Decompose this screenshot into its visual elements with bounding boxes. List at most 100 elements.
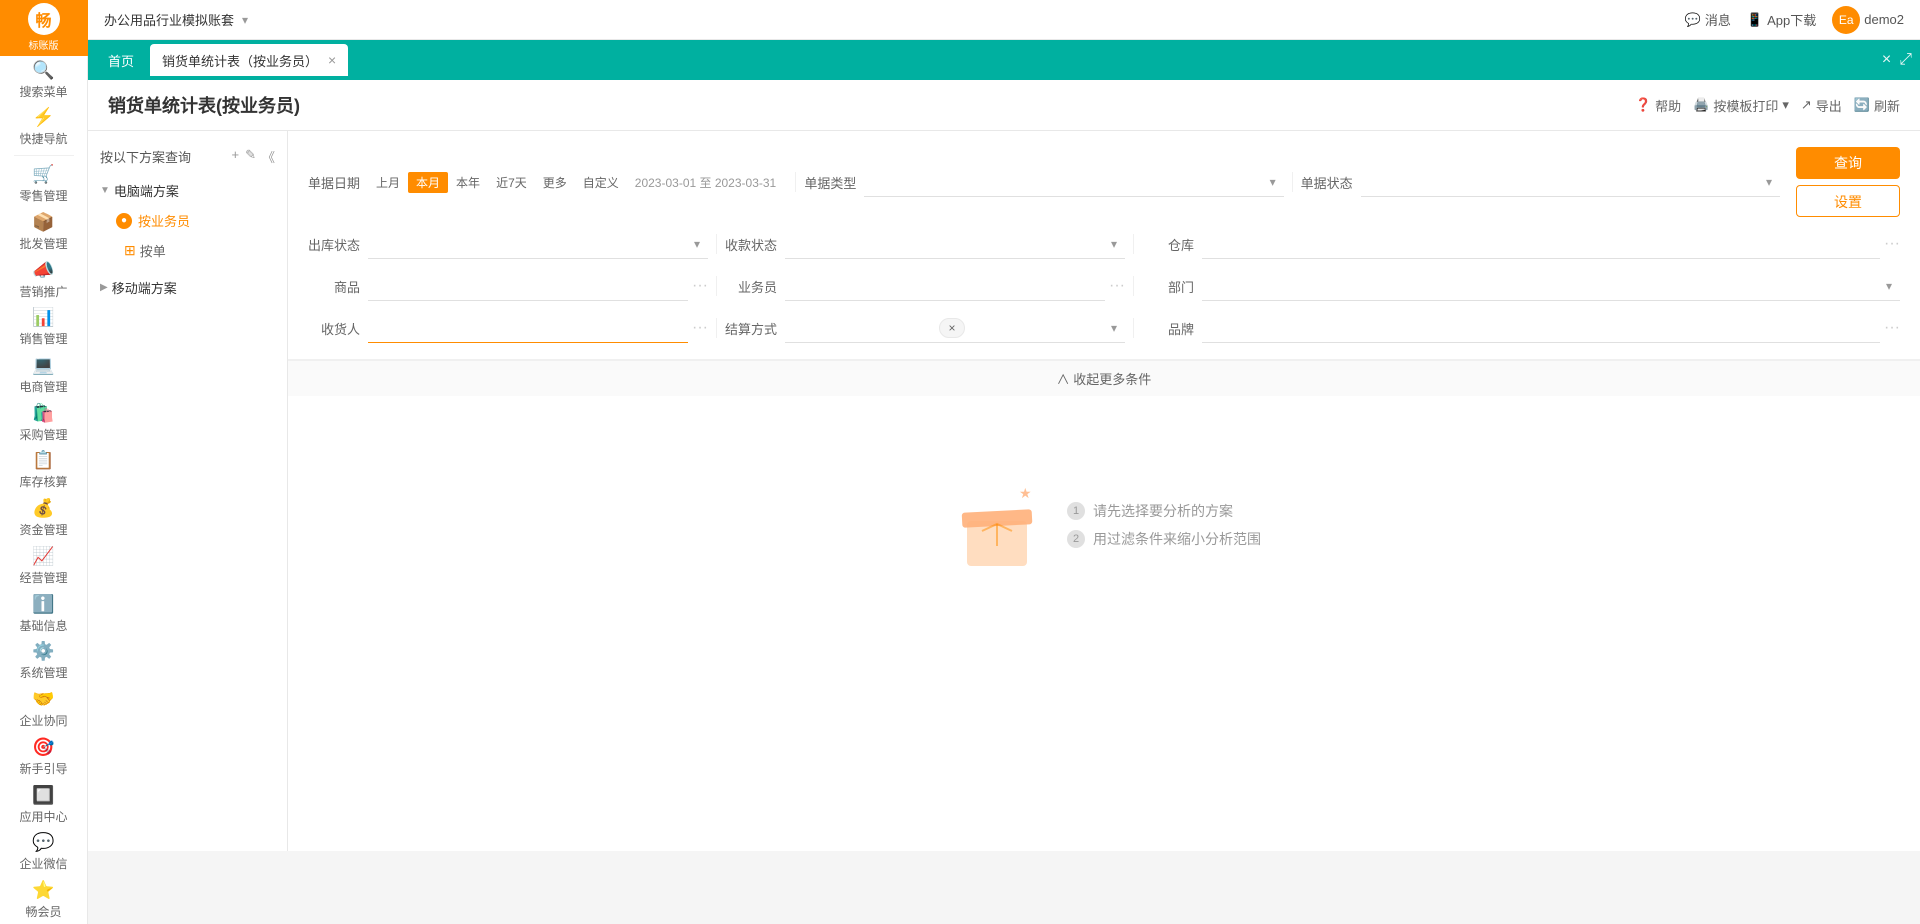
query-button[interactable]: 查询 bbox=[1796, 147, 1900, 179]
department-select[interactable]: ▾ bbox=[1202, 271, 1900, 301]
hint-num-1: 1 bbox=[1067, 502, 1085, 520]
pc-group-title[interactable]: ▼ 电脑端方案 bbox=[88, 176, 287, 205]
sidebar-item-quick[interactable]: ⚡ 快捷导航 bbox=[0, 103, 88, 151]
finance-icon: 💰 bbox=[32, 498, 54, 519]
sep4 bbox=[1133, 234, 1134, 254]
receipt-status-arrow: ▾ bbox=[1111, 237, 1117, 251]
sidebar-item-label: 零售管理 bbox=[19, 187, 67, 204]
plan-item-salesperson[interactable]: ● 按业务员 bbox=[88, 205, 287, 236]
sidebar-item-enterprise[interactable]: 🤝 企业协同 bbox=[0, 685, 88, 733]
brand-input[interactable] bbox=[1202, 313, 1880, 343]
msg-icon: 💬 bbox=[1685, 12, 1701, 28]
sidebar-item-inventory[interactable]: 📋 库存核算 bbox=[0, 447, 88, 495]
settlement-clear-tag[interactable]: × bbox=[939, 318, 964, 338]
settings-button[interactable]: 设置 bbox=[1796, 185, 1900, 217]
help-label: 帮助 bbox=[1655, 96, 1681, 115]
doc-type-select[interactable]: ▾ bbox=[864, 167, 1283, 197]
warehouse-label: 仓库 bbox=[1142, 235, 1202, 254]
last7-tag[interactable]: 近7天 bbox=[488, 172, 535, 193]
sidebar-item-basic[interactable]: ℹ️ 基础信息 bbox=[0, 590, 88, 638]
refresh-button[interactable]: 🔄 刷新 bbox=[1854, 96, 1900, 115]
brand-dots[interactable]: ··· bbox=[1884, 319, 1900, 337]
receipt-status-select[interactable]: ▾ bbox=[785, 229, 1125, 259]
warehouse-dots[interactable]: ··· bbox=[1884, 235, 1900, 253]
sidebar-item-apps[interactable]: 🔲 应用中心 bbox=[0, 781, 88, 829]
sidebar-item-label: 系统管理 bbox=[19, 664, 67, 681]
sep8 bbox=[1133, 318, 1134, 338]
close-window-button[interactable]: × bbox=[1882, 51, 1891, 69]
sidebar-item-sales[interactable]: 📊 销售管理 bbox=[0, 303, 88, 351]
header-right: 💬 消息 📱 App下载 Ea demo2 bbox=[1685, 6, 1904, 34]
mobile-group-title[interactable]: ▶ 移动端方案 bbox=[88, 273, 287, 302]
salesperson-dots[interactable]: ··· bbox=[1109, 277, 1125, 295]
add-plan-icon[interactable]: + bbox=[231, 147, 239, 166]
tab-active[interactable]: 销货单统计表（按业务员） × bbox=[150, 44, 348, 76]
app-logo[interactable]: 畅 标账版 bbox=[0, 0, 88, 56]
collapse-row[interactable]: ∧ 收起更多条件 bbox=[288, 360, 1920, 396]
user-profile[interactable]: Ea demo2 bbox=[1832, 6, 1904, 34]
sidebar-item-system[interactable]: ⚙️ 系统管理 bbox=[0, 638, 88, 686]
doc-status-field: 单据状态 ▾ bbox=[1301, 167, 1780, 197]
sidebar-item-label: 电商管理 bbox=[19, 378, 67, 395]
stock-status-arrow: ▾ bbox=[694, 237, 700, 251]
more-tag[interactable]: 更多 bbox=[535, 172, 575, 193]
print-dropdown-icon[interactable]: ▾ bbox=[1782, 97, 1789, 113]
empty-illustration: ★ bbox=[947, 476, 1047, 576]
stock-status-select[interactable]: ▾ bbox=[368, 229, 708, 259]
tab-home[interactable]: 首页 bbox=[96, 44, 146, 76]
page-header: 销货单统计表(按业务员) ❓ 帮助 🖨️ 按模板打印 ▾ ↗ 导出 🔄 刷新 bbox=[88, 80, 1920, 131]
doc-status-select[interactable]: ▾ bbox=[1361, 167, 1780, 197]
maximize-window-button[interactable]: ⤢ bbox=[1899, 51, 1912, 69]
right-form: 单据日期 上月 本月 本年 近7天 更多 自定义 2023-03-01 至 20… bbox=[288, 131, 1920, 851]
doc-type-arrow: ▾ bbox=[1270, 175, 1276, 189]
sidebar-item-wholesale[interactable]: 📦 批发管理 bbox=[0, 208, 88, 256]
sidebar-item-retail[interactable]: 🛒 零售管理 bbox=[0, 160, 88, 208]
export-label: 导出 bbox=[1816, 96, 1842, 115]
product-input[interactable] bbox=[368, 271, 688, 301]
custom-tag[interactable]: 自定义 bbox=[575, 172, 627, 193]
sidebar-item-ecommerce[interactable]: 💻 电商管理 bbox=[0, 351, 88, 399]
product-dots[interactable]: ··· bbox=[692, 277, 708, 295]
settlement-select[interactable]: × ▾ bbox=[785, 313, 1125, 343]
warehouse-input[interactable] bbox=[1202, 229, 1880, 259]
this-month-tag[interactable]: 本月 bbox=[408, 172, 448, 193]
sidebar-item-member[interactable]: ⭐ 畅会员 bbox=[0, 876, 88, 924]
sidebar-item-finance[interactable]: 💰 资金管理 bbox=[0, 494, 88, 542]
header-left: 办公用品行业模拟账套 ▾ bbox=[104, 10, 248, 29]
export-button[interactable]: ↗ 导出 bbox=[1801, 96, 1842, 115]
help-button[interactable]: ❓ 帮助 bbox=[1635, 96, 1681, 115]
brand-label: 品牌 bbox=[1142, 319, 1202, 338]
this-year-tag[interactable]: 本年 bbox=[448, 172, 488, 193]
avatar: Ea bbox=[1832, 6, 1860, 34]
receiver-dots[interactable]: ··· bbox=[692, 319, 708, 337]
sidebar-item-wechat[interactable]: 💬 企业微信 bbox=[0, 828, 88, 876]
header-dropdown-icon[interactable]: ▾ bbox=[242, 13, 248, 27]
salesperson-input[interactable] bbox=[785, 271, 1105, 301]
tab-close-icon[interactable]: × bbox=[328, 52, 336, 68]
sidebar-item-label: 经营管理 bbox=[19, 569, 67, 586]
sidebar-item-marketing[interactable]: 📣 营销推广 bbox=[0, 256, 88, 304]
print-label: 按模板打印 bbox=[1713, 96, 1778, 115]
edit-plan-icon[interactable]: ✎ bbox=[245, 147, 256, 166]
app-download-button[interactable]: 📱 App下载 bbox=[1747, 10, 1816, 29]
receiver-input[interactable] bbox=[368, 313, 688, 343]
basic-icon: ℹ️ bbox=[32, 594, 54, 615]
user-name: demo2 bbox=[1864, 12, 1904, 27]
plan-sub-item[interactable]: ⊞ 按单 bbox=[88, 236, 287, 265]
newuser-icon: 🎯 bbox=[32, 737, 54, 758]
ecommerce-icon: 💻 bbox=[32, 355, 54, 376]
page-title: 销货单统计表(按业务员) bbox=[108, 92, 300, 118]
last-month-tag[interactable]: 上月 bbox=[368, 172, 408, 193]
msg-button[interactable]: 💬 消息 bbox=[1685, 10, 1731, 29]
sidebar-item-search[interactable]: 🔍 搜索菜单 bbox=[0, 56, 88, 104]
left-panel-icons: + ✎ 《 bbox=[231, 147, 275, 166]
sidebar-item-newuser[interactable]: 🎯 新手引导 bbox=[0, 733, 88, 781]
sidebar-item-operations[interactable]: 📈 经营管理 bbox=[0, 542, 88, 590]
logo-subtext: 标账版 bbox=[29, 37, 59, 52]
print-button[interactable]: 🖨️ 按模板打印 ▾ bbox=[1693, 96, 1789, 115]
empty-state-content: ★ 1 请先选择要分析的方案 bbox=[947, 476, 1261, 576]
collapse-panel-icon[interactable]: 《 bbox=[262, 147, 275, 166]
sidebar-item-purchase[interactable]: 🛍️ 采购管理 bbox=[0, 399, 88, 447]
top-header: 办公用品行业模拟账套 ▾ 💬 消息 📱 App下载 Ea demo2 bbox=[88, 0, 1920, 40]
header-subtitle: 办公用品行业模拟账套 bbox=[104, 10, 234, 29]
